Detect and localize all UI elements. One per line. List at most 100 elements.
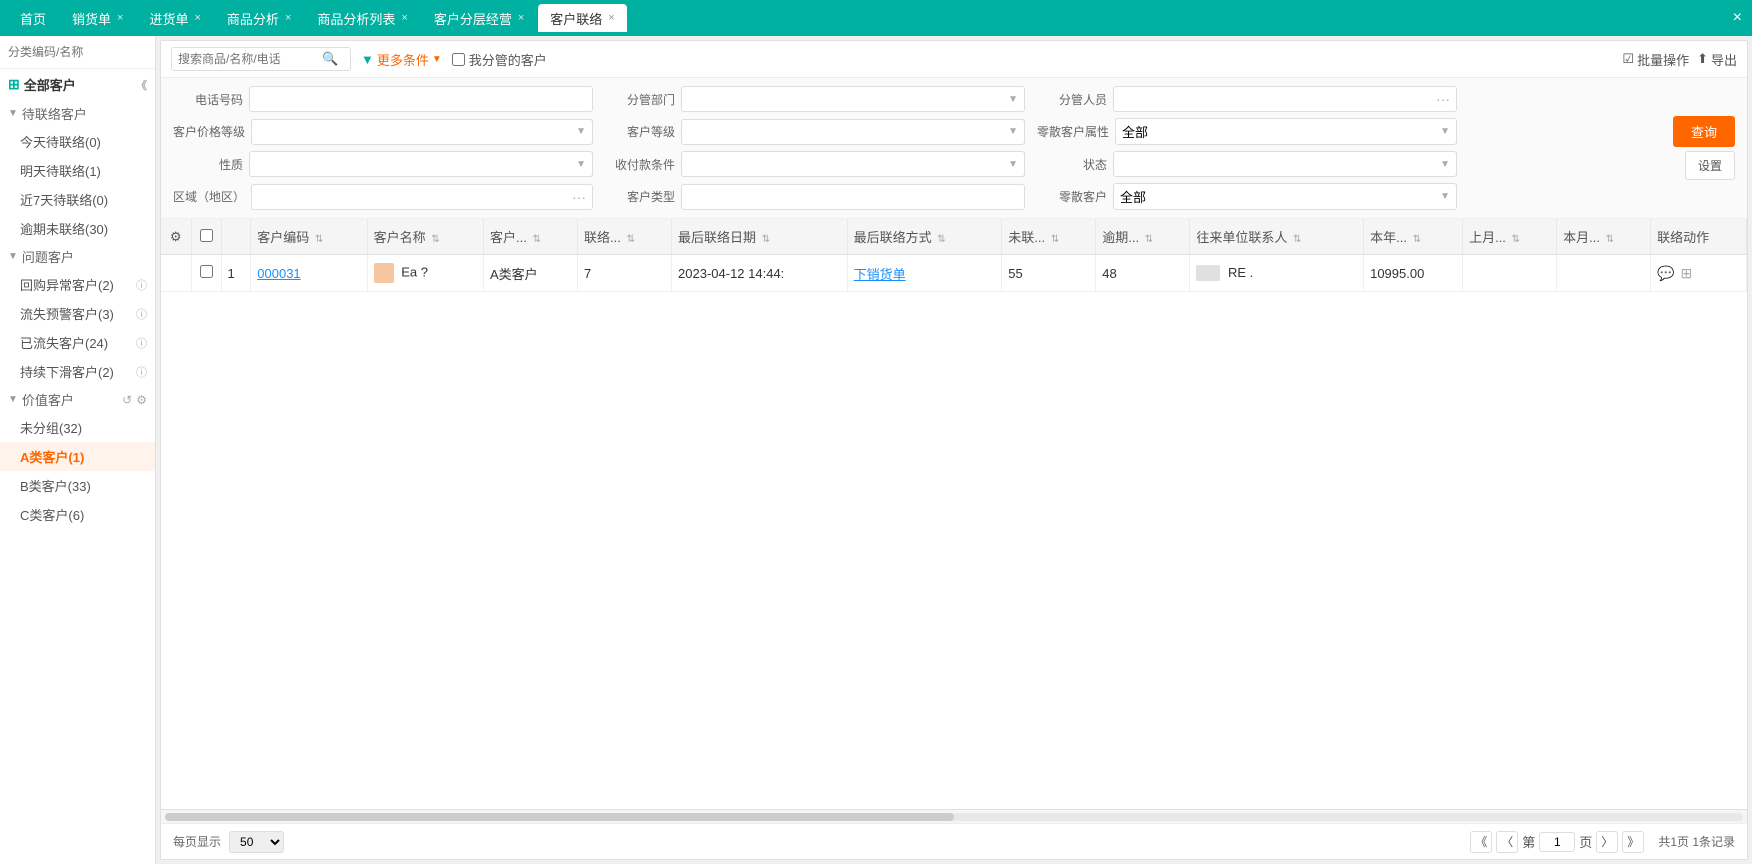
- sidebar-item-c-class[interactable]: C类客户(6): [0, 500, 155, 529]
- sidebar-item-ungrouped[interactable]: 未分组(32): [0, 413, 155, 442]
- all-customers-header[interactable]: ⊞ 全部客户 《: [0, 69, 155, 100]
- td-row-checkbox[interactable]: [191, 255, 221, 292]
- scroll-track[interactable]: [165, 813, 1743, 821]
- home-tab[interactable]: 首页: [8, 9, 58, 28]
- export-btn[interactable]: ⬆ 导出: [1697, 50, 1737, 69]
- select-all-checkbox[interactable]: [200, 229, 213, 242]
- close-customer-seg-tab[interactable]: ×: [518, 12, 524, 24]
- more-filters-arrow: ▼: [432, 54, 442, 65]
- close-product-analysis-tab[interactable]: ×: [285, 12, 291, 24]
- retail-attr-select[interactable]: 全部 ▼: [1115, 118, 1457, 145]
- sidebar-item-overdue-contact[interactable]: 逾期未联络(30): [0, 214, 155, 243]
- settings-icon-value[interactable]: ⚙: [136, 393, 147, 407]
- my-customers-checkbox[interactable]: [452, 53, 465, 66]
- close-sales-order-tab[interactable]: ×: [117, 12, 123, 24]
- sort-nc-icon[interactable]: ⇅: [1051, 234, 1059, 245]
- sidebar-item-a-class[interactable]: A类客户(1): [0, 442, 155, 471]
- th-no-contact: 未联... ⇅: [1002, 219, 1096, 255]
- page-nav: 《 〈 第 页 〉 》 共1页 1条记录: [1470, 831, 1735, 853]
- sort-ty-icon[interactable]: ⇅: [1413, 234, 1421, 245]
- next-page-btn[interactable]: 〉: [1596, 831, 1618, 853]
- customer-avatar: [374, 263, 394, 283]
- settings-button[interactable]: 设置: [1685, 151, 1735, 180]
- tab-customer-contact[interactable]: 客户联络 ×: [538, 4, 626, 32]
- close-customer-contact-tab[interactable]: ×: [608, 12, 614, 24]
- dept-select[interactable]: ▼: [681, 86, 1025, 112]
- sidebar-search-input[interactable]: [8, 45, 156, 59]
- th-seq: [221, 219, 251, 255]
- sort-lm-icon[interactable]: ⇅: [1512, 234, 1520, 245]
- customer-type-input[interactable]: [681, 184, 1025, 210]
- sidebar-item-churn-warning[interactable]: 流失预警客户(3) ⓘ: [0, 299, 155, 328]
- sidebar-group-problem[interactable]: ▼ 问题客户: [0, 243, 155, 270]
- page-number-input[interactable]: [1539, 832, 1575, 852]
- th-unit-contact: 往来单位联系人 ⇅: [1190, 219, 1364, 255]
- phone-input[interactable]: [249, 86, 593, 112]
- scroll-thumb[interactable]: [165, 813, 954, 821]
- sort-tm-icon[interactable]: ⇅: [1606, 234, 1614, 245]
- refresh-icon[interactable]: ↺: [122, 393, 132, 407]
- chat-icon[interactable]: 💬: [1657, 265, 1674, 282]
- td-code[interactable]: 000031: [251, 255, 367, 292]
- sort-code-icon[interactable]: ⇅: [315, 234, 323, 245]
- sort-level-icon[interactable]: ⇅: [532, 234, 540, 245]
- filter-phone: 电话号码: [173, 86, 593, 112]
- table-container: ⚙ 客户编码 ⇅ 客户名称 ⇅ 客户... ⇅: [161, 219, 1747, 809]
- qr-icon[interactable]: ⊞: [1681, 265, 1693, 282]
- tab-product-analysis[interactable]: 商品分析 ×: [215, 4, 303, 32]
- batch-op-btn[interactable]: ☑ 批量操作: [1622, 50, 1689, 69]
- sort-contact-icon[interactable]: ⇅: [626, 234, 634, 245]
- th-last-month: 上月... ⇅: [1463, 219, 1557, 255]
- payment-select[interactable]: ▼: [681, 151, 1025, 177]
- tab-customer-segmentation[interactable]: 客户分层经营 ×: [422, 4, 536, 32]
- th-this-month: 本月... ⇅: [1557, 219, 1651, 255]
- first-page-btn[interactable]: 《: [1470, 831, 1492, 853]
- th-code: 客户编码 ⇅: [251, 219, 367, 255]
- status-select[interactable]: ▼: [1113, 151, 1457, 177]
- sort-overdue-icon[interactable]: ⇅: [1145, 234, 1153, 245]
- price-level-select[interactable]: ▼: [251, 119, 593, 145]
- customer-level-select[interactable]: ▼: [681, 119, 1025, 145]
- search-icon[interactable]: 🔍: [322, 51, 338, 67]
- filter-customer-level: 客户等级 ▼: [605, 119, 1025, 145]
- row-checkbox[interactable]: [200, 265, 213, 278]
- sidebar-collapse-btn[interactable]: 《: [136, 77, 147, 93]
- manager-input[interactable]: ···: [1113, 86, 1457, 112]
- th-checkbox[interactable]: [191, 219, 221, 255]
- last-page-btn[interactable]: 》: [1622, 831, 1644, 853]
- sidebar-item-b-class[interactable]: B类客户(33): [0, 471, 155, 500]
- sidebar-item-tomorrow-contact[interactable]: 明天待联络(1): [0, 156, 155, 185]
- sidebar: 🔍 ⊞ 全部客户 《 ▼ 待联络客户 今天待联络(0) 明天待联络(1) 近7天…: [0, 36, 156, 864]
- th-settings[interactable]: ⚙: [161, 219, 191, 255]
- more-filters-btn[interactable]: ▼ 更多条件 ▼: [361, 50, 442, 69]
- customer-search-input[interactable]: [178, 52, 318, 66]
- horizontal-scrollbar[interactable]: [161, 809, 1747, 823]
- sidebar-item-today-contact[interactable]: 今天待联络(0): [0, 127, 155, 156]
- my-customers-check[interactable]: 我分管的客户: [452, 50, 547, 69]
- sidebar-item-churned[interactable]: 已流失客户(24) ⓘ: [0, 328, 155, 357]
- page-size-select[interactable]: 50 100 200: [229, 831, 284, 853]
- sidebar-item-7days-contact[interactable]: 近7天待联络(0): [0, 185, 155, 214]
- tab-product-analysis-list[interactable]: 商品分析列表 ×: [305, 4, 419, 32]
- sidebar-group-pending[interactable]: ▼ 待联络客户: [0, 100, 155, 127]
- region-input[interactable]: ···: [251, 184, 593, 210]
- retail-customer-select[interactable]: 全部 ▼: [1113, 183, 1457, 210]
- sort-uc-icon[interactable]: ⇅: [1293, 234, 1301, 245]
- tab-purchase-order[interactable]: 进货单 ×: [137, 4, 212, 32]
- nature-select[interactable]: ▼: [249, 151, 593, 177]
- close-all-tabs[interactable]: ×: [1733, 9, 1742, 27]
- sort-lcd-icon[interactable]: ⇅: [762, 234, 770, 245]
- prev-page-btn[interactable]: 〈: [1496, 831, 1518, 853]
- close-purchase-order-tab[interactable]: ×: [194, 12, 200, 24]
- td-name: Ea ?: [367, 255, 483, 292]
- adv-filter: 电话号码 分管部门 ▼ 分管人员 ··· 查询 设置: [161, 78, 1747, 219]
- sort-lcw-icon[interactable]: ⇅: [937, 234, 945, 245]
- sidebar-item-repurchase-abnormal[interactable]: 回购异常客户(2) ⓘ: [0, 270, 155, 299]
- tab-sales-order[interactable]: 销货单 ×: [60, 4, 135, 32]
- query-button[interactable]: 查询: [1673, 116, 1735, 147]
- sort-name-icon[interactable]: ⇅: [431, 234, 439, 245]
- last-contact-way-link[interactable]: 下销货单: [854, 267, 906, 282]
- close-product-analysis-list-tab[interactable]: ×: [401, 12, 407, 24]
- sidebar-item-declining[interactable]: 持续下滑客户(2) ⓘ: [0, 357, 155, 386]
- sidebar-group-value[interactable]: ▼ 价值客户 ↺ ⚙: [0, 386, 155, 413]
